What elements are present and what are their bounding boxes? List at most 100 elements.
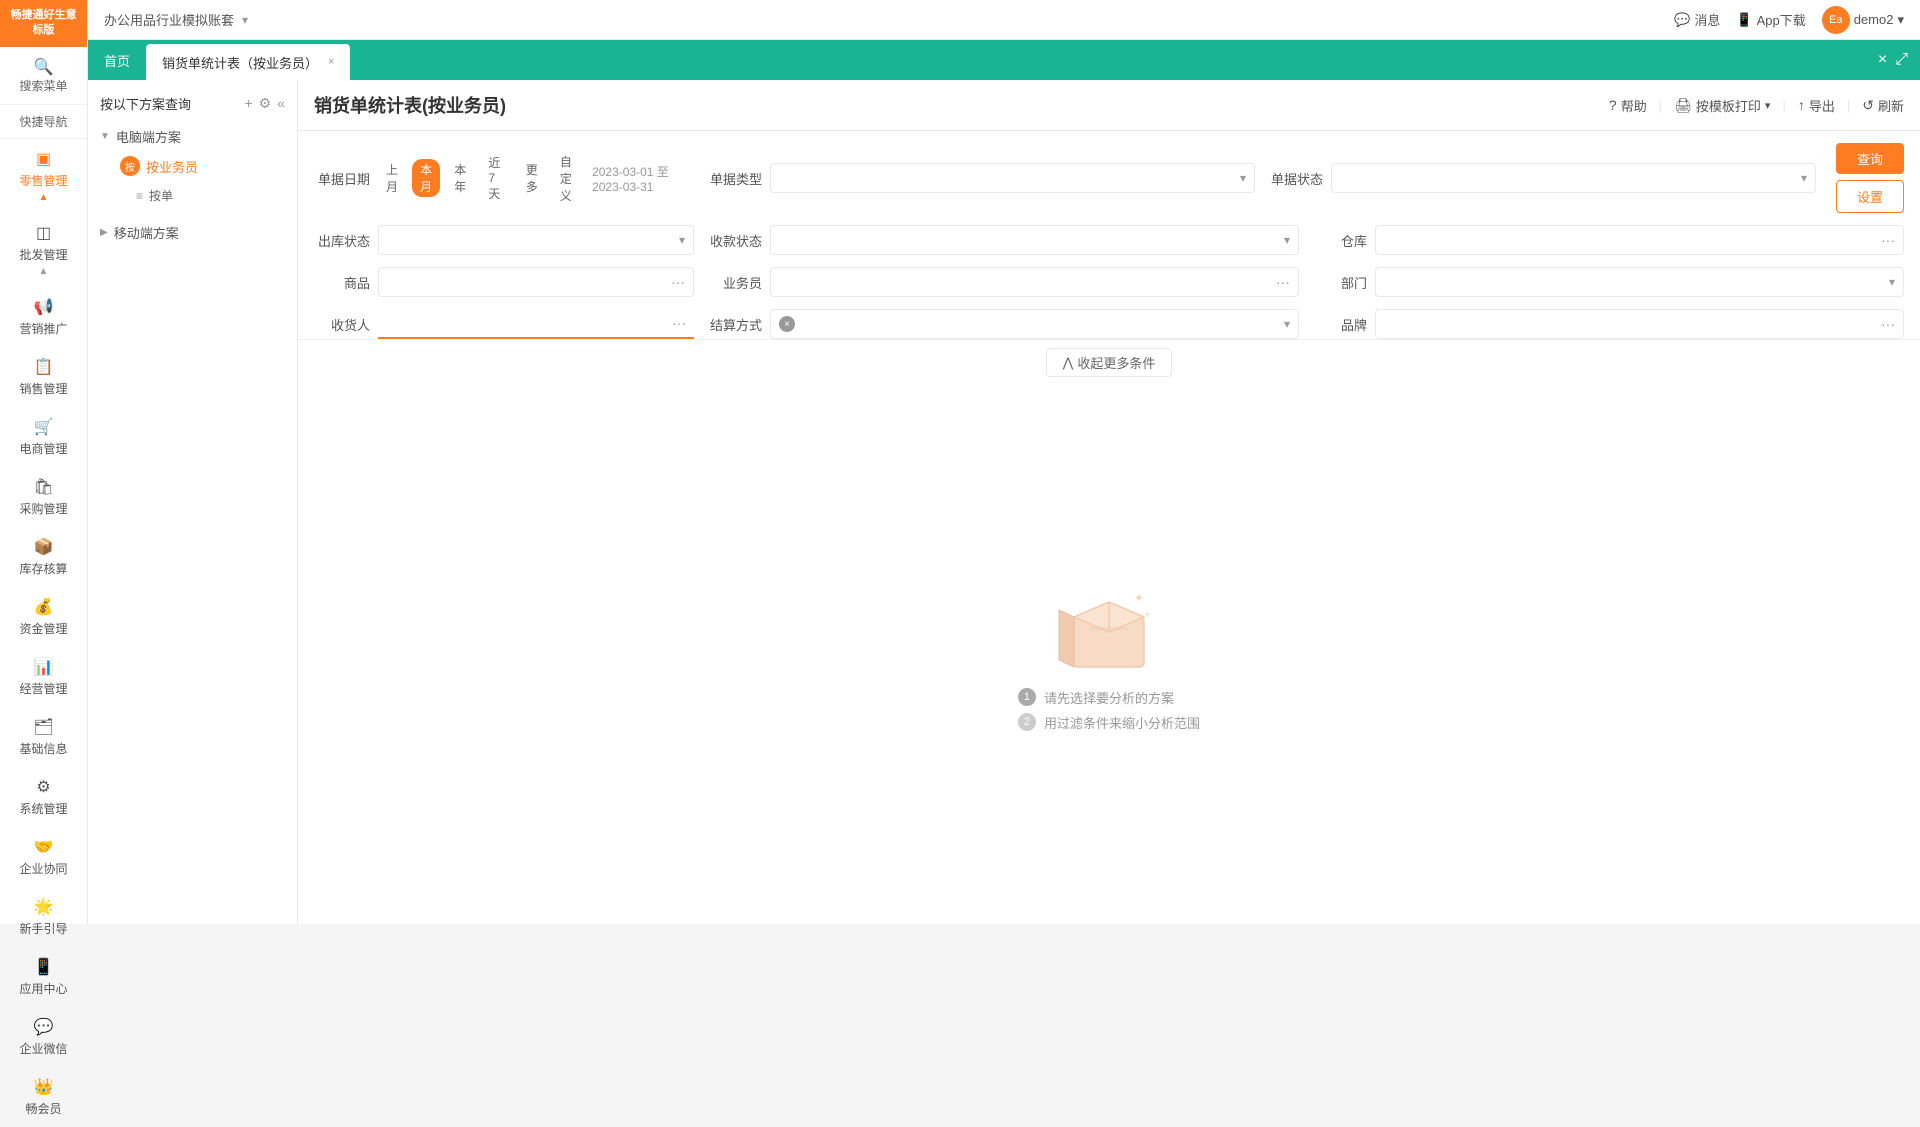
scheme-section-mobile-title[interactable]: ▶ 移动端方案 <box>88 217 297 248</box>
warehouse-dots-icon: ··· <box>1881 232 1895 248</box>
marketing-icon: 📢 <box>34 297 54 317</box>
app-name: 办公用品行业模拟账套 <box>104 10 234 29</box>
filter-row-4: 收货人 ··· 结算方式 × <box>314 309 1904 339</box>
sidebar-item-wechat[interactable]: 💬 企业微信 <box>0 1007 87 1067</box>
scheme-item-by-salesperson[interactable]: 按 按业务员 <box>88 150 297 182</box>
sub-item-by-order[interactable]: ≡ 按单 <box>88 182 297 209</box>
page-title: 销货单统计表(按业务员) <box>314 92 506 118</box>
filter-salesperson: 业务员 ··· <box>706 267 1299 297</box>
refresh-button[interactable]: ↺ 刷新 <box>1862 96 1904 115</box>
brand-control[interactable]: ··· <box>1375 309 1904 339</box>
date-range: 2023-03-01 至 2023-03-31 <box>592 163 694 194</box>
page-title-row: 销货单统计表(按业务员) ? 帮助 | 🖨 按模板打印 ▾ | <box>314 92 1904 118</box>
collapse-row: ⋀ 收起更多条件 <box>298 339 1920 385</box>
sales-icon: 📋 <box>34 357 54 377</box>
step1-num: 1 <box>1018 688 1036 706</box>
date-tab-this-month[interactable]: 本月 <box>412 159 440 197</box>
action-buttons: 查询 设置 <box>1836 143 1904 213</box>
date-tab-7days[interactable]: 近7天 <box>480 152 511 204</box>
sidebar-search[interactable]: 🔍 搜索菜单 <box>0 47 87 105</box>
sidebar-item-newbie[interactable]: 🌟 新手引导 <box>0 887 87 947</box>
date-tab-this-year[interactable]: 本年 <box>446 159 474 197</box>
app-download-button[interactable]: 📱 App下载 <box>1736 10 1805 29</box>
salesperson-control[interactable]: ··· <box>770 267 1299 297</box>
goods-dots-icon: ··· <box>671 274 685 290</box>
add-scheme-icon[interactable]: + <box>244 95 252 112</box>
goods-control[interactable]: ··· <box>378 267 694 297</box>
tab-close-icon[interactable]: × <box>328 56 334 68</box>
collapse-scheme-icon[interactable]: « <box>277 95 285 112</box>
user-avatar[interactable]: Ea demo2 ▾ <box>1822 6 1904 34</box>
filter-payment-status: 收款状态 ▾ <box>706 225 1299 255</box>
scheme-section-desktop-title[interactable]: ▼ 电脑端方案 <box>88 123 297 150</box>
main-area: 办公用品行业模拟账套 ▾ 💬 消息 📱 App下载 Ea demo2 ▾ 首页 … <box>88 0 1920 924</box>
sidebar-item-enterprise[interactable]: 🤝 企业协同 <box>0 827 87 887</box>
retail-icon: ▣ <box>36 149 51 169</box>
sidebar-item-wholesale[interactable]: ◫ 批发管理 ▲ <box>0 213 87 287</box>
date-tab-custom[interactable]: 自定义 <box>552 151 586 206</box>
basic-icon: 🗂 <box>33 717 53 737</box>
sidebar: 畅捷通好生意 标版 🔍 搜索菜单 快捷导航 ▣ 零售管理 ▲ ◫ 批发管理 ▲ … <box>0 0 88 924</box>
doc-status-label: 单据状态 <box>1267 169 1323 188</box>
user-dropdown-icon: ▾ <box>1897 12 1904 28</box>
sidebar-item-operation[interactable]: 📊 经营管理 <box>0 647 87 707</box>
salesperson-label: 业务员 <box>706 273 762 292</box>
sidebar-quick-nav[interactable]: 快捷导航 <box>0 105 87 139</box>
doc-status-control[interactable]: ▾ <box>1331 163 1816 193</box>
sidebar-item-member[interactable]: 👑 畅会员 <box>0 1067 87 1127</box>
setting-button[interactable]: 设置 <box>1836 180 1904 213</box>
sidebar-item-sales[interactable]: 📋 销售管理 <box>0 347 87 407</box>
help-button[interactable]: ? 帮助 <box>1609 96 1647 115</box>
msg-button[interactable]: 💬 消息 <box>1674 10 1720 29</box>
sidebar-item-marketing[interactable]: 📢 营销推广 <box>0 287 87 347</box>
tab-active[interactable]: 销货单统计表（按业务员） × <box>146 44 350 80</box>
sidebar-item-purchase[interactable]: 🛍 采购管理 <box>0 467 87 527</box>
appcenter-icon: 📱 <box>34 957 54 977</box>
section2-arrow: ▶ <box>100 227 108 238</box>
date-tab-more[interactable]: 更多 <box>518 159 546 197</box>
doc-type-control[interactable]: ▾ <box>770 163 1255 193</box>
collapse-button[interactable]: ⋀ 收起更多条件 <box>1046 348 1173 377</box>
settings-scheme-icon[interactable]: ⚙ <box>259 95 272 112</box>
sidebar-item-inventory[interactable]: 📦 库存核算 <box>0 527 87 587</box>
department-label: 部门 <box>1311 273 1367 292</box>
ecommerce-icon: 🛒 <box>34 417 54 437</box>
tab-maximize-btn[interactable]: ⤢ <box>1895 51 1908 69</box>
sidebar-item-appcenter[interactable]: 📱 应用中心 <box>0 947 87 1007</box>
msg-icon: 💬 <box>1674 12 1690 28</box>
left-panel-icons: + ⚙ « <box>244 95 285 112</box>
sidebar-item-ecommerce[interactable]: 🛒 电商管理 <box>0 407 87 467</box>
settlement-control[interactable]: × ▾ <box>770 309 1299 339</box>
sidebar-item-retail[interactable]: ▣ 零售管理 ▲ <box>0 139 87 213</box>
receiver-control[interactable]: ··· <box>378 309 694 339</box>
out-status-control[interactable]: ▾ <box>378 225 694 255</box>
wholesale-icon: ◫ <box>36 223 51 243</box>
collapse-up-icon: ⋀ <box>1063 355 1074 371</box>
filter-doc-type: 单据类型 ▾ <box>706 163 1255 193</box>
out-status-label: 出库状态 <box>314 231 370 250</box>
app-dropdown-icon[interactable]: ▾ <box>242 13 248 27</box>
receiver-label: 收货人 <box>314 315 370 334</box>
department-control[interactable]: ▾ <box>1375 267 1904 297</box>
sidebar-item-basic[interactable]: 🗂 基础信息 <box>0 707 87 767</box>
tab-home[interactable]: 首页 <box>88 40 146 80</box>
export-icon: ↑ <box>1798 97 1805 113</box>
sidebar-logo[interactable]: 畅捷通好生意 标版 <box>0 0 87 47</box>
sidebar-item-system[interactable]: ⚙ 系统管理 <box>0 767 87 827</box>
payment-status-dropdown-icon: ▾ <box>1284 233 1290 247</box>
date-tab-last-month[interactable]: 上月 <box>378 159 406 197</box>
settlement-clear-icon[interactable]: × <box>779 316 795 332</box>
left-panel-header: 按以下方案查询 + ⚙ « <box>88 88 297 119</box>
filter-warehouse: 仓库 ··· <box>1311 225 1904 255</box>
payment-status-control[interactable]: ▾ <box>770 225 1299 255</box>
export-button[interactable]: ↑ 导出 <box>1798 96 1835 115</box>
query-button[interactable]: 查询 <box>1836 143 1904 174</box>
filter-receiver: 收货人 ··· <box>314 309 694 339</box>
top-header-left: 办公用品行业模拟账套 ▾ <box>104 10 248 29</box>
warehouse-control[interactable]: ··· <box>1375 225 1904 255</box>
print-icon: 🖨 <box>1674 97 1692 114</box>
salesperson-dots-icon: ··· <box>1276 274 1290 290</box>
print-button[interactable]: 🖨 按模板打印 ▾ <box>1674 96 1770 115</box>
sidebar-item-finance[interactable]: 💰 资金管理 <box>0 587 87 647</box>
tab-close-btn[interactable]: × <box>1878 51 1887 69</box>
